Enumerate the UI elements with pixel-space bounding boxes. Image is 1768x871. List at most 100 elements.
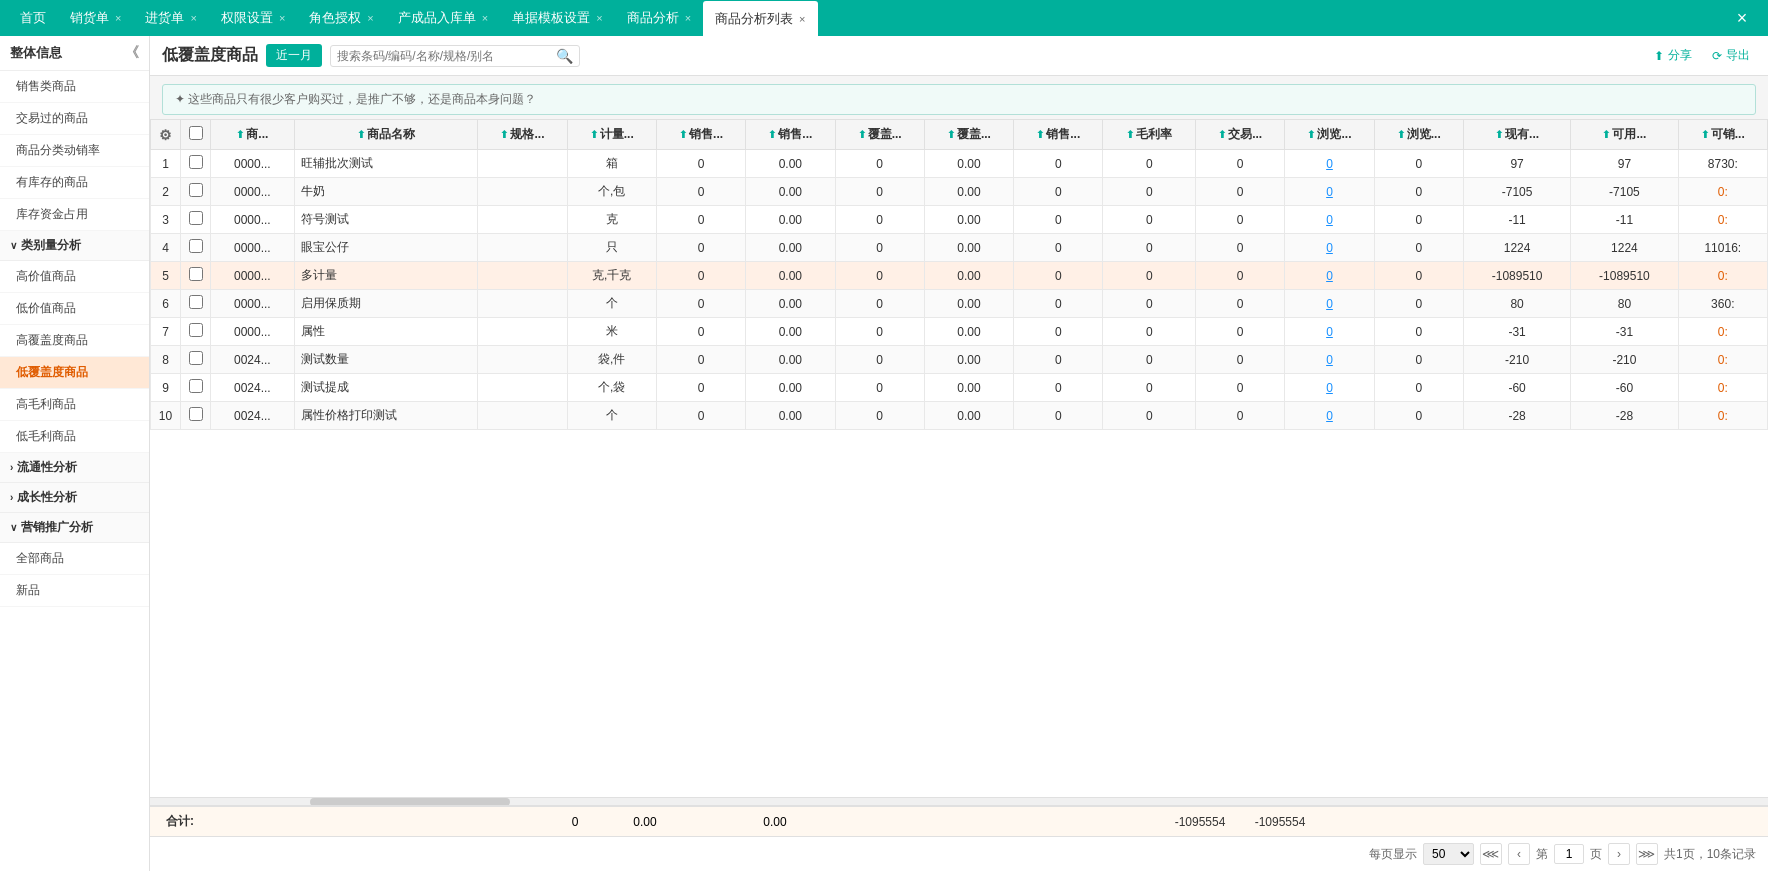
nav-purchase-order[interactable]: 进货单 ×: [133, 0, 208, 36]
col-browse2[interactable]: ⬆浏览...: [1374, 120, 1463, 150]
row-checkbox[interactable]: [181, 150, 211, 178]
nav-product-analysis[interactable]: 商品分析 ×: [615, 0, 703, 36]
sidebar-item-category-sales[interactable]: 商品分类动销率: [0, 135, 149, 167]
row-browse1[interactable]: 0: [1285, 290, 1374, 318]
row-browse1[interactable]: 0: [1285, 374, 1374, 402]
close-icon[interactable]: ×: [115, 12, 121, 24]
nav-permission-settings[interactable]: 权限设置 ×: [209, 0, 297, 36]
close-icon[interactable]: ×: [367, 12, 373, 24]
prev-page-button[interactable]: ‹: [1508, 843, 1530, 865]
row-browse1[interactable]: 0: [1285, 318, 1374, 346]
search-icon[interactable]: 🔍: [556, 48, 573, 64]
row-checkbox[interactable]: [181, 206, 211, 234]
nav-product-inbound[interactable]: 产成品入库单 ×: [386, 0, 500, 36]
col-spec[interactable]: ⬆规格...: [478, 120, 567, 150]
sidebar-group-circulation-analysis[interactable]: ›流通性分析: [0, 453, 149, 483]
scrollbar-area[interactable]: [150, 797, 1768, 805]
col-gross[interactable]: ⬆毛利率: [1103, 120, 1196, 150]
sidebar-item-low-value[interactable]: 低价值商品: [0, 293, 149, 325]
share-button[interactable]: ⬆ 分享: [1648, 44, 1698, 67]
nav-template-settings[interactable]: 单据模板设置 ×: [500, 0, 614, 36]
col-gear[interactable]: ⚙: [151, 120, 181, 150]
col-available[interactable]: ⬆可用...: [1571, 120, 1678, 150]
row-name[interactable]: 属性: [294, 318, 478, 346]
col-saleable[interactable]: ⬆可销...: [1678, 120, 1767, 150]
row-browse1[interactable]: 0: [1285, 262, 1374, 290]
row-name[interactable]: 符号测试: [294, 206, 478, 234]
col-cover2[interactable]: ⬆覆盖...: [924, 120, 1013, 150]
col-unit[interactable]: ⬆计量...: [567, 120, 656, 150]
row-checkbox[interactable]: [181, 234, 211, 262]
data-table: ⚙ ⬆商... ⬆商品名称 ⬆规格... ⬆计量... ⬆销售... ⬆销售..…: [150, 119, 1768, 430]
nav-home[interactable]: 首页: [8, 0, 58, 36]
row-browse1[interactable]: 0: [1285, 206, 1374, 234]
row-browse1[interactable]: 0: [1285, 234, 1374, 262]
row-checkbox[interactable]: [181, 346, 211, 374]
next-page-button[interactable]: ›: [1608, 843, 1630, 865]
close-icon[interactable]: ×: [799, 13, 805, 25]
row-checkbox[interactable]: [181, 290, 211, 318]
sidebar-collapse-button[interactable]: 《: [125, 44, 139, 62]
sidebar-item-high-profit[interactable]: 高毛利商品: [0, 389, 149, 421]
close-icon[interactable]: ×: [596, 12, 602, 24]
col-name[interactable]: ⬆商品名称: [294, 120, 478, 150]
row-name[interactable]: 测试提成: [294, 374, 478, 402]
last-page-button[interactable]: ⋙: [1636, 843, 1658, 865]
row-checkbox[interactable]: [181, 402, 211, 430]
row-checkbox[interactable]: [181, 178, 211, 206]
per-page-select[interactable]: 50 10 20 100: [1423, 843, 1474, 865]
sidebar-item-low-coverage[interactable]: 低覆盖度商品: [0, 357, 149, 389]
row-name[interactable]: 牛奶: [294, 178, 478, 206]
row-saleable: 0:: [1678, 262, 1767, 290]
period-button[interactable]: 近一月: [266, 44, 322, 67]
nav-sales-order[interactable]: 销货单 ×: [58, 0, 133, 36]
sidebar-group-marketing-analysis[interactable]: ∨营销推广分析: [0, 513, 149, 543]
col-browse1[interactable]: ⬆浏览...: [1285, 120, 1374, 150]
row-browse1[interactable]: 0: [1285, 178, 1374, 206]
nav-role-auth[interactable]: 角色授权 ×: [297, 0, 385, 36]
sidebar-item-all-goods[interactable]: 全部商品: [0, 543, 149, 575]
row-checkbox[interactable]: [181, 262, 211, 290]
sidebar-item-stock-fund[interactable]: 库存资金占用: [0, 199, 149, 231]
sidebar-item-high-coverage[interactable]: 高覆盖度商品: [0, 325, 149, 357]
window-close-button[interactable]: ×: [1724, 0, 1760, 36]
sidebar-item-traded-goods[interactable]: 交易过的商品: [0, 103, 149, 135]
col-cover1[interactable]: ⬆覆盖...: [835, 120, 924, 150]
sidebar-item-stocked-goods[interactable]: 有库存的商品: [0, 167, 149, 199]
close-icon[interactable]: ×: [482, 12, 488, 24]
row-browse1[interactable]: 0: [1285, 150, 1374, 178]
select-all-checkbox[interactable]: [189, 126, 203, 140]
row-name[interactable]: 眼宝公仔: [294, 234, 478, 262]
sidebar-item-new-goods[interactable]: 新品: [0, 575, 149, 607]
export-button[interactable]: ⟳ 导出: [1706, 44, 1756, 67]
close-icon[interactable]: ×: [685, 12, 691, 24]
row-name[interactable]: 启用保质期: [294, 290, 478, 318]
close-icon[interactable]: ×: [190, 12, 196, 24]
col-sales-qty[interactable]: ⬆销售...: [656, 120, 745, 150]
search-input[interactable]: [337, 49, 556, 63]
col-trade[interactable]: ⬆交易...: [1196, 120, 1285, 150]
sidebar-item-low-profit[interactable]: 低毛利商品: [0, 421, 149, 453]
col-sales-amt[interactable]: ⬆销售...: [746, 120, 835, 150]
page-number-input[interactable]: [1554, 844, 1584, 864]
sidebar-group-category-analysis[interactable]: ∨类别量分析: [0, 231, 149, 261]
close-icon[interactable]: ×: [279, 12, 285, 24]
row-name[interactable]: 旺辅批次测试: [294, 150, 478, 178]
row-checkbox[interactable]: [181, 318, 211, 346]
first-page-button[interactable]: ⋘: [1480, 843, 1502, 865]
sidebar-item-high-value[interactable]: 高价值商品: [0, 261, 149, 293]
nav-product-analysis-list[interactable]: 商品分析列表 ×: [703, 1, 817, 37]
col-code[interactable]: ⬆商...: [211, 120, 295, 150]
row-cover2: 0.00: [924, 178, 1013, 206]
row-name[interactable]: 属性价格打印测试: [294, 402, 478, 430]
row-sales-qty: 0: [656, 262, 745, 290]
row-checkbox[interactable]: [181, 374, 211, 402]
col-sales3[interactable]: ⬆销售...: [1014, 120, 1103, 150]
col-current[interactable]: ⬆现有...: [1463, 120, 1570, 150]
sidebar-group-growth-analysis[interactable]: ›成长性分析: [0, 483, 149, 513]
row-name[interactable]: 测试数量: [294, 346, 478, 374]
row-name[interactable]: 多计量: [294, 262, 478, 290]
row-browse1[interactable]: 0: [1285, 346, 1374, 374]
row-browse1[interactable]: 0: [1285, 402, 1374, 430]
sidebar-item-sales-goods[interactable]: 销售类商品: [0, 71, 149, 103]
